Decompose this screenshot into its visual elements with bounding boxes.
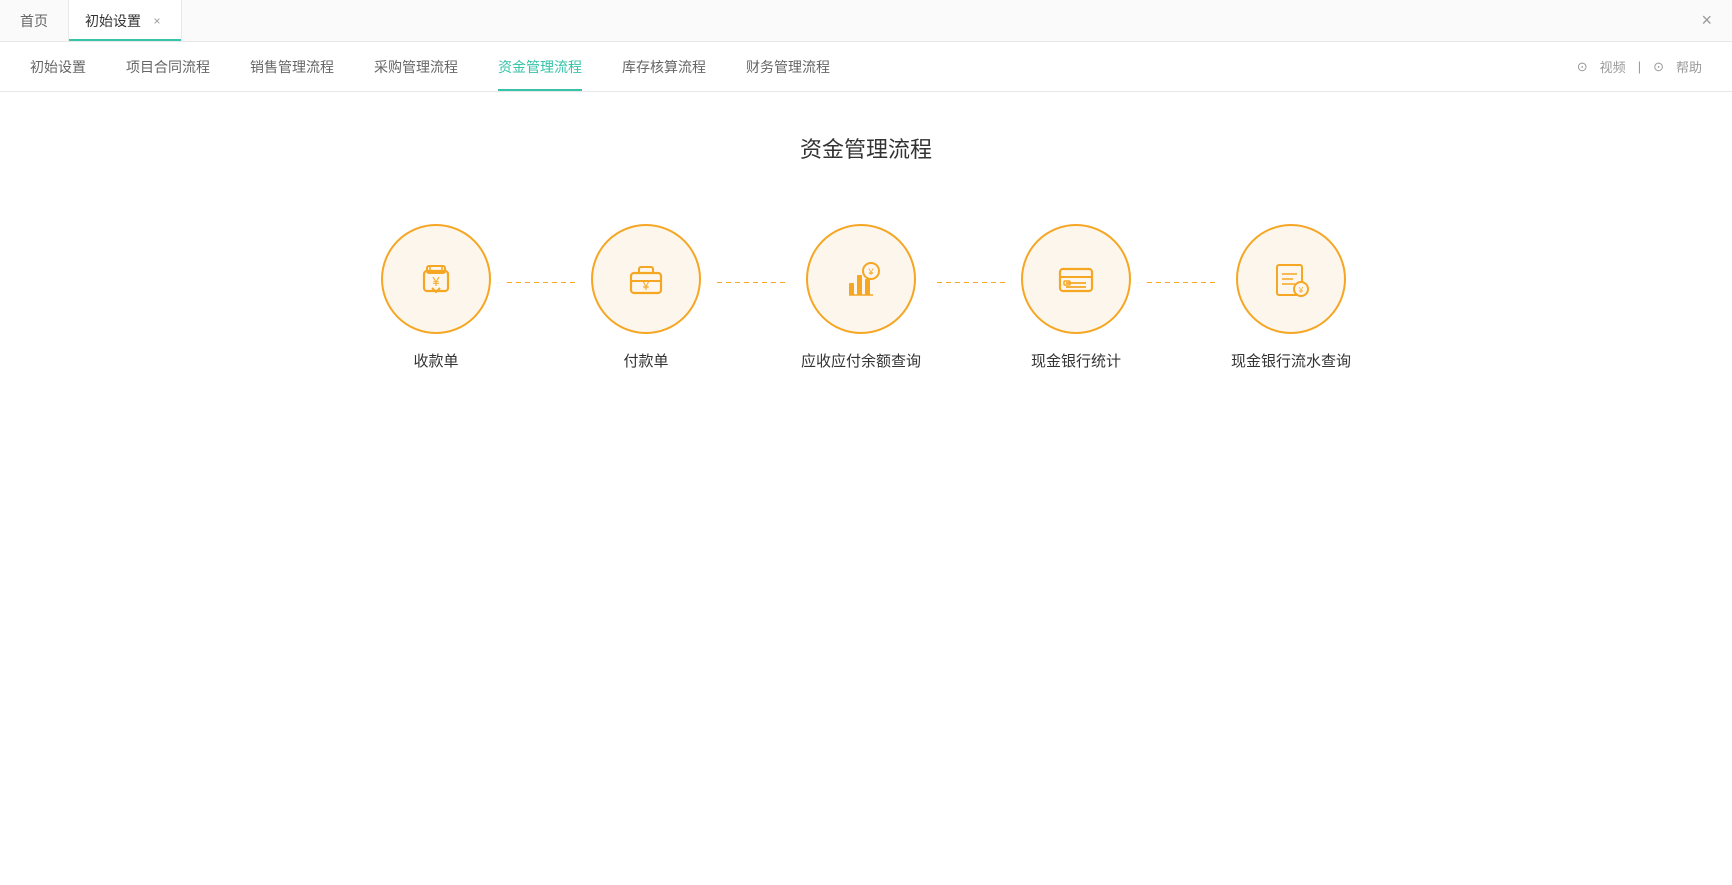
nav-bar: 收款单 初始设置 项目合同流程 销售管理流程 采购管理流程 资金管理流程 库存核… [0, 42, 1732, 92]
nav-item-capital[interactable]: 资金管理流程 [498, 42, 582, 91]
nav-label-inventory-text: 库存核算流程 [622, 57, 706, 77]
flow-item-bank-flow[interactable]: ¥ 现金银行流水查询 [1231, 224, 1351, 371]
receipt-svg-icon: ¥ [410, 253, 462, 305]
bank-stat-svg-icon [1050, 253, 1102, 305]
nav-label-sales-text: 销售管理流程 [250, 57, 334, 77]
flow-item-bank-stat[interactable]: 现金银行统计 [1021, 224, 1131, 371]
home-tab[interactable]: 首页 [0, 0, 68, 41]
top-bar: 首页 初始设置 × × [0, 0, 1732, 42]
nav-item-sales[interactable]: 销售管理流程 [250, 42, 334, 91]
tab-close-button[interactable]: × [149, 13, 165, 29]
svg-text:¥: ¥ [642, 279, 650, 293]
payment-label: 付款单 [623, 350, 668, 371]
divider: | [1638, 59, 1641, 74]
nav-item-finance[interactable]: 财务管理流程 [746, 42, 830, 91]
help-link[interactable]: 帮助 [1676, 57, 1702, 76]
nav-item-project[interactable]: 项目合同流程 [126, 42, 210, 91]
receipt-icon-circle[interactable]: ¥ [381, 224, 491, 334]
payment-icon-circle[interactable]: ¥ [591, 224, 701, 334]
svg-text:¥: ¥ [1298, 286, 1304, 295]
home-label: 首页 [20, 11, 48, 31]
receipt-label: 收款单 [413, 350, 458, 371]
bank-flow-label: 现金银行流水查询 [1231, 350, 1351, 371]
connector-4 [1131, 282, 1231, 283]
nav-label-capital-text: 资金管理流程 [498, 57, 582, 77]
connector-1 [491, 282, 591, 283]
help-video-icon: ⊙ [1577, 59, 1588, 75]
top-bar-right: × [1681, 10, 1732, 31]
nav-label-project-text: 项目合同流程 [126, 57, 210, 77]
connector-3 [921, 282, 1021, 283]
main-content: 资金管理流程 ¥ 收款单 [0, 92, 1732, 411]
active-tab[interactable]: 初始设置 × [68, 0, 182, 41]
balance-svg-icon: ¥ [835, 253, 887, 305]
flow-item-balance[interactable]: ¥ 应收应付余额查询 [801, 224, 921, 371]
flow-item-receipt[interactable]: ¥ 收款单 [381, 224, 491, 371]
nav-label-initial-text: 初始设置 [30, 57, 86, 77]
nav-item-purchase[interactable]: 采购管理流程 [374, 42, 458, 91]
connector-2 [701, 282, 801, 283]
nav-item-initial[interactable]: 收款单 初始设置 [30, 42, 86, 91]
help-icon: ⊙ [1653, 59, 1664, 75]
bank-stat-label: 现金银行统计 [1031, 350, 1121, 371]
balance-label: 应收应付余额查询 [801, 350, 921, 371]
window-close-button[interactable]: × [1701, 10, 1712, 31]
nav-label-finance-text: 财务管理流程 [746, 57, 830, 77]
bank-stat-icon-circle[interactable] [1021, 224, 1131, 334]
help-video-link[interactable]: 视频 [1600, 57, 1626, 76]
nav-label-purchase-text: 采购管理流程 [374, 57, 458, 77]
bank-flow-icon-circle[interactable]: ¥ [1236, 224, 1346, 334]
nav-bar-right: ⊙ 视频 | ⊙ 帮助 [1577, 57, 1702, 76]
nav-item-inventory[interactable]: 库存核算流程 [622, 42, 706, 91]
flow-container: ¥ 收款单 ¥ [266, 224, 1466, 371]
payment-svg-icon: ¥ [620, 253, 672, 305]
page-title: 资金管理流程 [800, 132, 932, 164]
bank-flow-svg-icon: ¥ [1265, 253, 1317, 305]
flow-item-payment[interactable]: ¥ 付款单 [591, 224, 701, 371]
svg-text:¥: ¥ [431, 274, 440, 289]
balance-icon-circle[interactable]: ¥ [806, 224, 916, 334]
svg-text:¥: ¥ [867, 267, 874, 277]
tab-label: 初始设置 [85, 11, 141, 31]
tab-active-indicator [69, 39, 181, 41]
